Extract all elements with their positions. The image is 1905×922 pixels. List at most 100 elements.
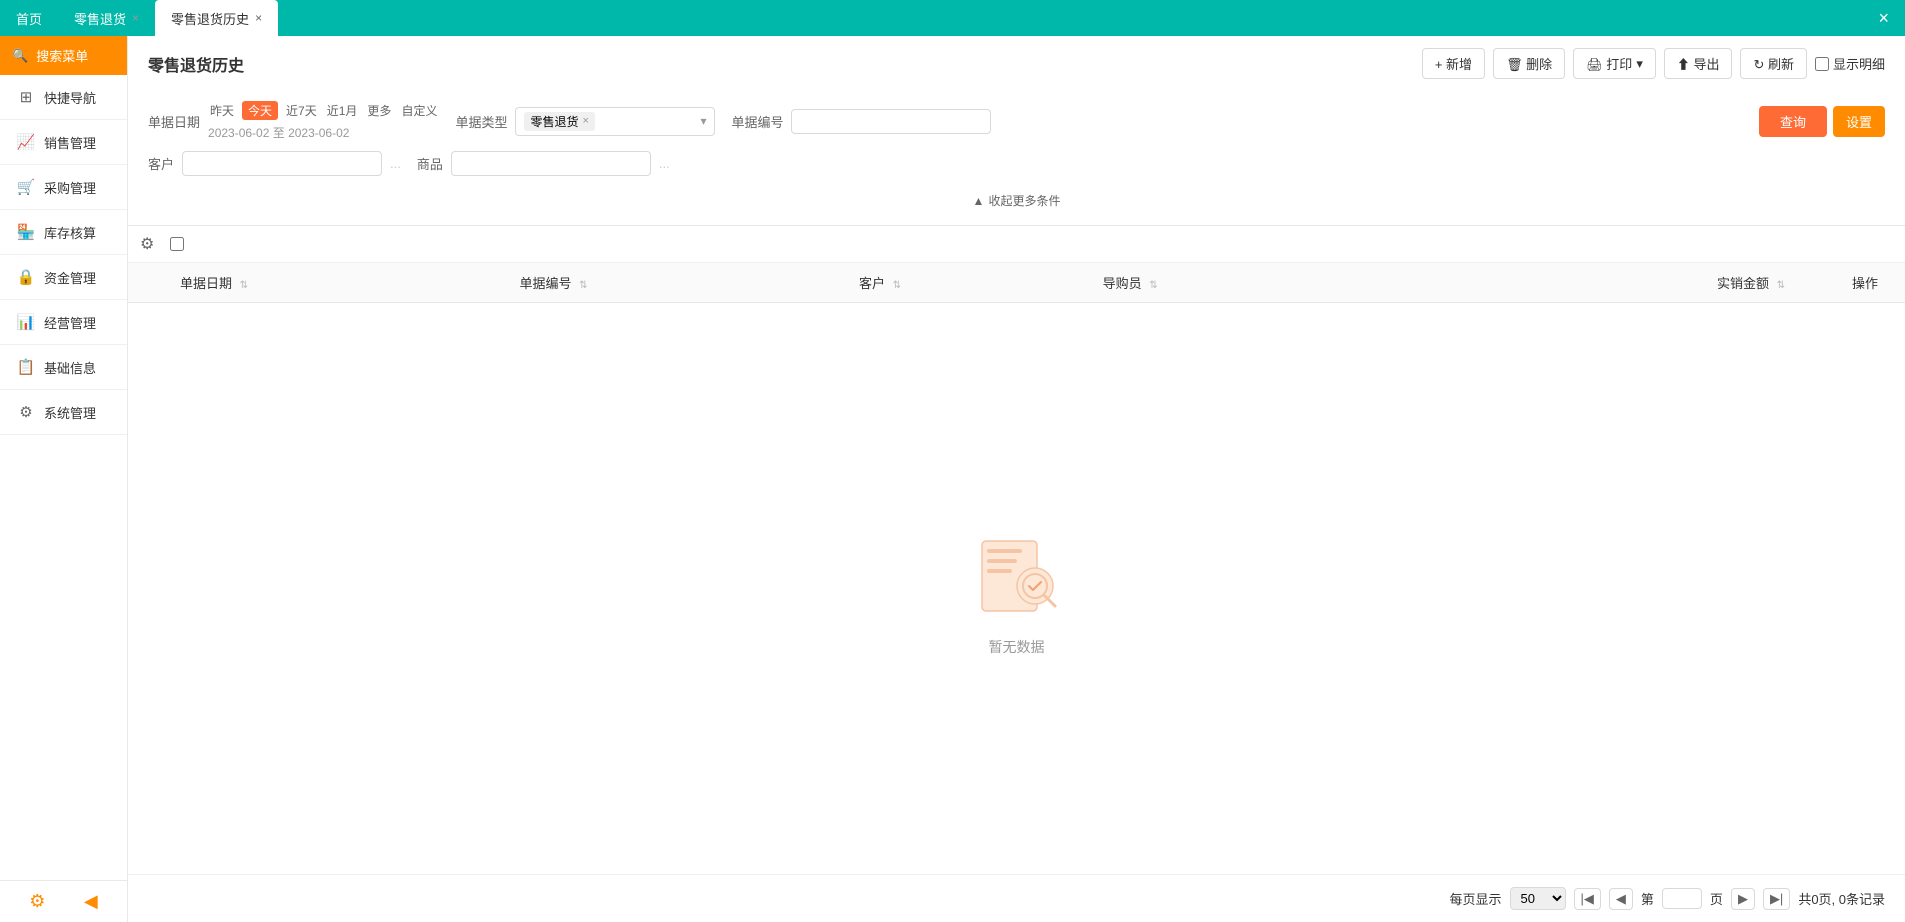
sidebar-item-sys-mgmt[interactable]: ⚙ 系统管理 [0, 390, 127, 435]
col-customer[interactable]: 客户 ⇅ [847, 263, 1091, 303]
col-action: 操作 [1825, 263, 1905, 303]
sidebar-item-finance-mgmt[interactable]: 🔒 资金管理 [0, 255, 127, 300]
new-button[interactable]: + 新增 [1422, 48, 1485, 79]
doc-type-chevron-icon: ▾ [700, 114, 706, 128]
sidebar-item-operations-mgmt[interactable]: 📊 经营管理 [0, 300, 127, 345]
filter-customer-input[interactable] [182, 151, 382, 176]
customer-input-wrapper: ... [182, 151, 401, 176]
query-button[interactable]: 查询 [1759, 106, 1827, 137]
sidebar-item-quick-nav-label: 快捷导航 [44, 88, 96, 107]
tab-retail-return-history[interactable]: 零售退货历史 × [155, 0, 278, 36]
col-amount[interactable]: 实销金额 ⇅ [1382, 263, 1825, 303]
col-customer-sort: ⇅ [893, 280, 901, 291]
filter-date-label: 单据日期 [148, 112, 200, 131]
window-close-button[interactable]: × [1878, 8, 1905, 29]
filter-doc-type-select[interactable]: 零售退货 × ▾ [515, 107, 715, 136]
print-button[interactable]: 🖨 打印 ▾ [1573, 48, 1656, 79]
empty-state: 暂无数据 [128, 303, 1905, 874]
filter-doc-no-label: 单据编号 [731, 112, 783, 131]
data-table: 单据日期 ⇅ 单据编号 ⇅ 客户 ⇅ 导购员 ⇅ [128, 263, 1905, 303]
sidebar: 🔍 搜索菜单 ⊞ 快捷导航 📈 销售管理 🛒 采购管理 🏪 库存核算 🔒 资金管… [0, 36, 128, 922]
sidebar-item-purchase-mgmt[interactable]: 🛒 采购管理 [0, 165, 127, 210]
sidebar-item-inventory-label: 库存核算 [44, 223, 96, 242]
date-btn-more[interactable]: 更多 [365, 101, 393, 120]
sidebar-item-sales-mgmt[interactable]: 📈 销售管理 [0, 120, 127, 165]
sidebar-item-operations-mgmt-label: 经营管理 [44, 313, 96, 332]
col-customer-label: 客户 [859, 276, 885, 291]
col-action-label: 操作 [1852, 276, 1878, 291]
tab-retail-return[interactable]: 零售退货 × [58, 0, 155, 36]
date-btn-7days[interactable]: 近7天 [284, 101, 319, 120]
col-no[interactable]: 单据编号 ⇅ [508, 263, 848, 303]
refresh-button[interactable]: ↻ 刷新 [1740, 48, 1807, 79]
filter-doc-no-input[interactable] [791, 109, 991, 134]
content-area: 零售退货历史 + 新增 🗑 删除 🖨 打印 ▾ ⬆ 导出 [128, 36, 1905, 922]
sidebar-item-basic-info-label: 基础信息 [44, 358, 96, 377]
settings-bottom-icon[interactable]: ⚙ [29, 891, 45, 912]
filter-doc-no-item: 单据编号 [731, 109, 991, 134]
print-button-label: 🖨 打印 [1586, 54, 1632, 73]
display-detail-input[interactable] [1815, 57, 1829, 71]
tab-retail-return-history-close[interactable]: × [255, 11, 262, 25]
page-header: 零售退货历史 + 新增 🗑 删除 🖨 打印 ▾ ⬆ 导出 [128, 36, 1905, 226]
col-amount-label: 实销金额 [1717, 276, 1769, 291]
date-btn-group: 昨天 今天 近7天 近1月 更多 自定义 [208, 101, 439, 120]
first-page-button[interactable]: |◀ [1574, 888, 1601, 910]
setting-button[interactable]: 设置 [1833, 106, 1885, 137]
last-page-button[interactable]: ▶| [1763, 888, 1790, 910]
col-date[interactable]: 单据日期 ⇅ [168, 263, 508, 303]
top-tab-bar: 首页 零售退货 × 零售退货历史 × × [0, 0, 1905, 36]
refresh-button-label: ↻ 刷新 [1753, 54, 1794, 73]
export-button-label: ⬆ 导出 [1677, 54, 1720, 73]
per-page-select[interactable]: 10 20 50 100 [1510, 887, 1566, 910]
filter-doc-type-remove[interactable]: × [582, 115, 588, 127]
date-btn-custom[interactable]: 自定义 [399, 101, 439, 120]
filter-area: 单据日期 昨天 今天 近7天 近1月 更多 自定义 2023-06-02 至 2… [148, 91, 1885, 225]
sidebar-item-sales-mgmt-label: 销售管理 [44, 133, 96, 152]
date-btn-yesterday[interactable]: 昨天 [208, 101, 236, 120]
tab-retail-return-close[interactable]: × [132, 11, 139, 25]
table-container: ⚙ 单据日期 ⇅ 单据编号 ⇅ [128, 226, 1905, 874]
filter-doc-type-item: 单据类型 零售退货 × ▾ [455, 107, 715, 136]
finance-mgmt-icon: 🔒 [16, 267, 36, 287]
current-page-input[interactable]: 1 [1662, 888, 1702, 909]
sidebar-item-inventory[interactable]: 🏪 库存核算 [0, 210, 127, 255]
setting-button-label: 设置 [1846, 112, 1872, 131]
sidebar-item-purchase-mgmt-label: 采购管理 [44, 178, 96, 197]
customer-dots[interactable]: ... [390, 156, 401, 171]
table-settings-icon[interactable]: ⚙ [140, 234, 154, 254]
pagination: 每页显示 10 20 50 100 |◀ ◀ 第 1 页 ▶ ▶| 共0页, 0… [128, 874, 1905, 922]
product-input-wrapper: ... [451, 151, 670, 176]
page-title: 零售退货历史 [148, 52, 1422, 76]
empty-state-icon [967, 521, 1067, 621]
export-button[interactable]: ⬆ 导出 [1664, 48, 1733, 79]
empty-text: 暂无数据 [989, 637, 1045, 657]
sidebar-search[interactable]: 🔍 搜索菜单 [0, 36, 127, 75]
date-range-display: 2023-06-02 至 2023-06-02 [208, 124, 439, 141]
sidebar-item-basic-info[interactable]: 📋 基础信息 [0, 345, 127, 390]
delete-button[interactable]: 🗑 删除 [1493, 48, 1565, 79]
next-page-button[interactable]: ▶ [1731, 888, 1755, 910]
prev-page-button[interactable]: ◀ [1609, 888, 1633, 910]
tab-home[interactable]: 首页 [0, 0, 58, 36]
filter-doc-type-value: 零售退货 [530, 113, 578, 130]
sidebar-item-sys-mgmt-label: 系统管理 [44, 403, 96, 422]
select-all-checkbox[interactable] [170, 237, 184, 251]
date-btn-today[interactable]: 今天 [242, 101, 278, 120]
filter-row-2: 客户 ... 商品 ... [148, 151, 1885, 176]
filter-product-input[interactable] [451, 151, 651, 176]
date-btn-1month[interactable]: 近1月 [325, 101, 360, 120]
display-detail-checkbox[interactable]: 显示明细 [1815, 54, 1885, 73]
product-dots[interactable]: ... [659, 156, 670, 171]
sales-mgmt-icon: 📈 [16, 132, 36, 152]
collapse-sidebar-icon[interactable]: ◀ [84, 891, 98, 912]
collapse-label: 收起更多条件 [988, 192, 1060, 209]
total-label: 共0页, 0条记录 [1798, 889, 1885, 908]
quick-nav-icon: ⊞ [16, 87, 36, 107]
col-date-label: 单据日期 [180, 276, 232, 291]
collapse-bar[interactable]: ▲ 收起更多条件 [148, 186, 1885, 215]
col-guide[interactable]: 导购员 ⇅ [1091, 263, 1383, 303]
tab-retail-return-label: 零售退货 [74, 9, 126, 28]
sidebar-item-finance-mgmt-label: 资金管理 [44, 268, 96, 287]
sidebar-item-quick-nav[interactable]: ⊞ 快捷导航 [0, 75, 127, 120]
